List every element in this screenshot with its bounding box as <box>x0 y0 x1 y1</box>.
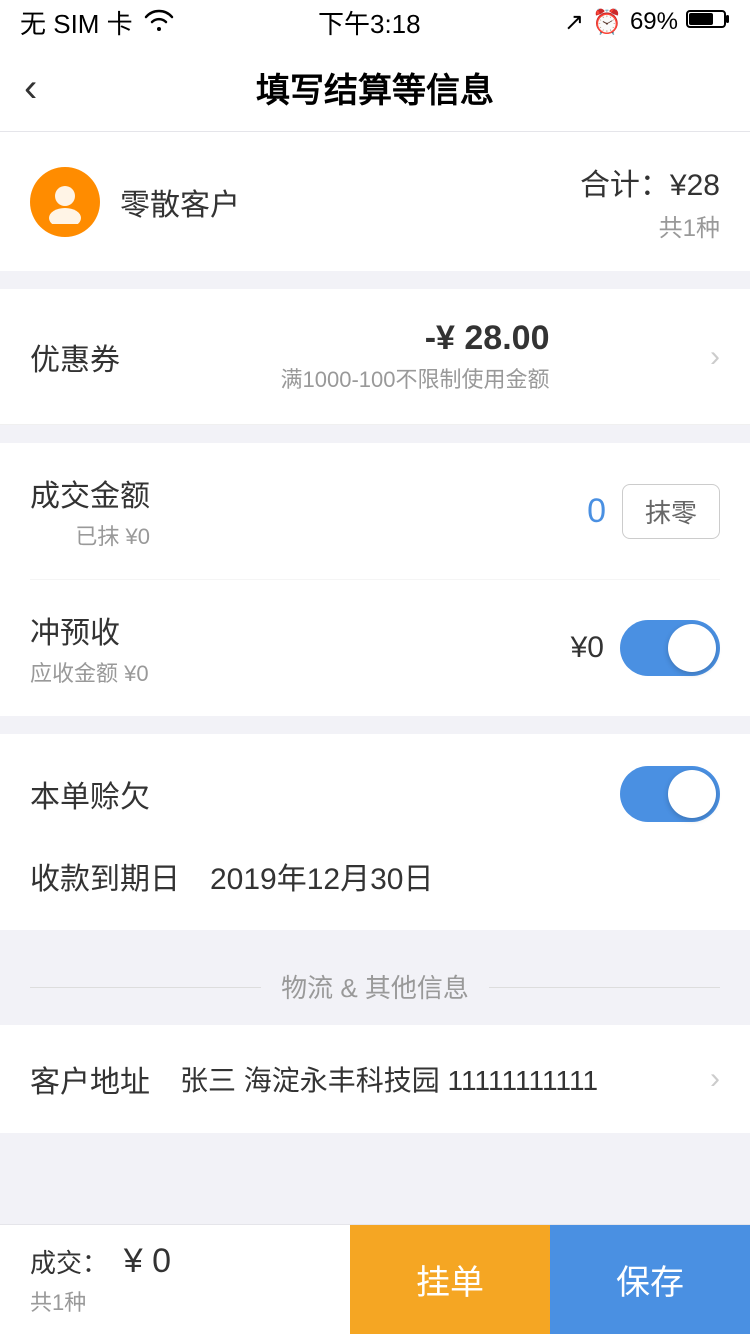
bottom-trade-row: 成交： ¥ 0 <box>30 1242 320 1281</box>
status-right: ↗ ⏰ 69% <box>564 8 730 37</box>
debit-row: 本单赊欠 <box>30 734 720 854</box>
debit-label: 本单赊欠 <box>30 772 150 816</box>
debit-section: 本单赊欠 收款到期日 2019年12月30日 <box>0 734 750 930</box>
bottom-trade-amount: ¥ 0 <box>124 1242 171 1281</box>
address-row[interactable]: 客户地址 张三 海淀永丰科技园 11111111111 › <box>30 1025 720 1133</box>
pending-button[interactable]: 挂单 <box>350 1225 550 1334</box>
prepay-toggle[interactable] <box>620 620 720 676</box>
date-row: 收款到期日 2019年12月30日 <box>30 854 720 930</box>
transaction-section: 成交金额 已抹 ¥0 0 抹零 冲预收 应收金额 ¥0 ¥0 <box>0 443 750 716</box>
coupon-amount: -¥ 28.00 <box>281 319 550 358</box>
customer-avatar <box>30 167 100 237</box>
battery-icon <box>686 8 730 37</box>
debit-toggle[interactable] <box>620 766 720 822</box>
prepay-label: 冲预收 <box>30 608 149 652</box>
coupon-desc: 满1000-100不限制使用金额 <box>281 362 550 394</box>
receivable-text: 应收金额 ¥0 <box>30 656 149 688</box>
address-value: 张三 海淀永丰科技园 11111111111 <box>180 1059 710 1099</box>
customer-card: 零散客户 合计：¥28 共1种 <box>0 132 750 271</box>
coupon-section: 优惠券 -¥ 28.00 满1000-100不限制使用金额 › <box>0 289 750 425</box>
status-time: 下午3:18 <box>318 4 421 41</box>
date-label: 收款到期日 <box>30 854 180 898</box>
prepay-col-left: 冲预收 应收金额 ¥0 <box>30 608 149 688</box>
prepay-right: ¥0 <box>571 620 720 676</box>
address-chevron-icon: › <box>710 1062 720 1096</box>
customer-row: 零散客户 合计：¥28 共1种 <box>0 132 750 271</box>
customer-name: 零散客户 <box>120 180 240 224</box>
bottom-count: 共1种 <box>30 1285 320 1317</box>
logistics-header: 物流 & 其他信息 <box>0 948 750 1025</box>
status-bar: 无 SIM 卡 下午3:18 ↗ ⏰ 69% <box>0 0 750 44</box>
debit-toggle-knob <box>668 770 716 818</box>
total-amount: 合计：¥28 <box>580 160 720 204</box>
amount-value: 0 <box>587 492 606 531</box>
address-label: 客户地址 <box>30 1057 160 1101</box>
prepay-toggle-knob <box>668 624 716 672</box>
nav-title: 填写结算等信息 <box>256 63 494 112</box>
alarm-icon: ⏰ <box>592 8 622 37</box>
round-zero-button[interactable]: 抹零 <box>622 484 720 539</box>
date-value: 2019年12月30日 <box>210 854 433 898</box>
carrier-text: 无 SIM 卡 <box>20 4 133 41</box>
address-section: 客户地址 张三 海淀永丰科技园 11111111111 › <box>0 1025 750 1133</box>
customer-right: 合计：¥28 共1种 <box>580 160 720 243</box>
amount-row: 成交金额 已抹 ¥0 0 抹零 <box>30 443 720 580</box>
coupon-row[interactable]: 优惠券 -¥ 28.00 满1000-100不限制使用金额 › <box>0 289 750 425</box>
logistics-title: 物流 & 其他信息 <box>261 973 489 1003</box>
coupon-right: -¥ 28.00 满1000-100不限制使用金额 <box>281 319 550 394</box>
amount-label: 成交金额 <box>30 471 150 515</box>
prepay-row: 冲预收 应收金额 ¥0 ¥0 <box>30 580 720 716</box>
wifi-icon <box>143 7 175 38</box>
nav-bar: ‹ 填写结算等信息 <box>0 44 750 132</box>
save-button[interactable]: 保存 <box>550 1225 750 1334</box>
coupon-label: 优惠券 <box>30 335 120 379</box>
customer-left: 零散客户 <box>30 167 240 237</box>
amount-right: 0 抹零 <box>587 484 720 539</box>
bottom-trade-label: 成交： <box>30 1248 108 1278</box>
total-count: 共1种 <box>580 208 720 243</box>
bottom-info: 成交： ¥ 0 共1种 <box>0 1242 350 1317</box>
content: 零散客户 合计：¥28 共1种 优惠券 -¥ 28.00 满1000-100不限… <box>0 132 750 1263</box>
already-rounded-text: 已抹 ¥0 <box>30 519 150 551</box>
back-button[interactable]: ‹ <box>24 68 37 108</box>
battery-text: 69% <box>630 8 678 36</box>
location-icon: ↗ <box>564 8 584 37</box>
coupon-chevron-icon: › <box>710 340 720 374</box>
bottom-bar: 成交： ¥ 0 共1种 挂单 保存 <box>0 1224 750 1334</box>
prepay-amount: ¥0 <box>571 631 604 665</box>
status-left: 无 SIM 卡 <box>20 4 175 41</box>
amount-col-left: 成交金额 已抹 ¥0 <box>30 471 150 551</box>
